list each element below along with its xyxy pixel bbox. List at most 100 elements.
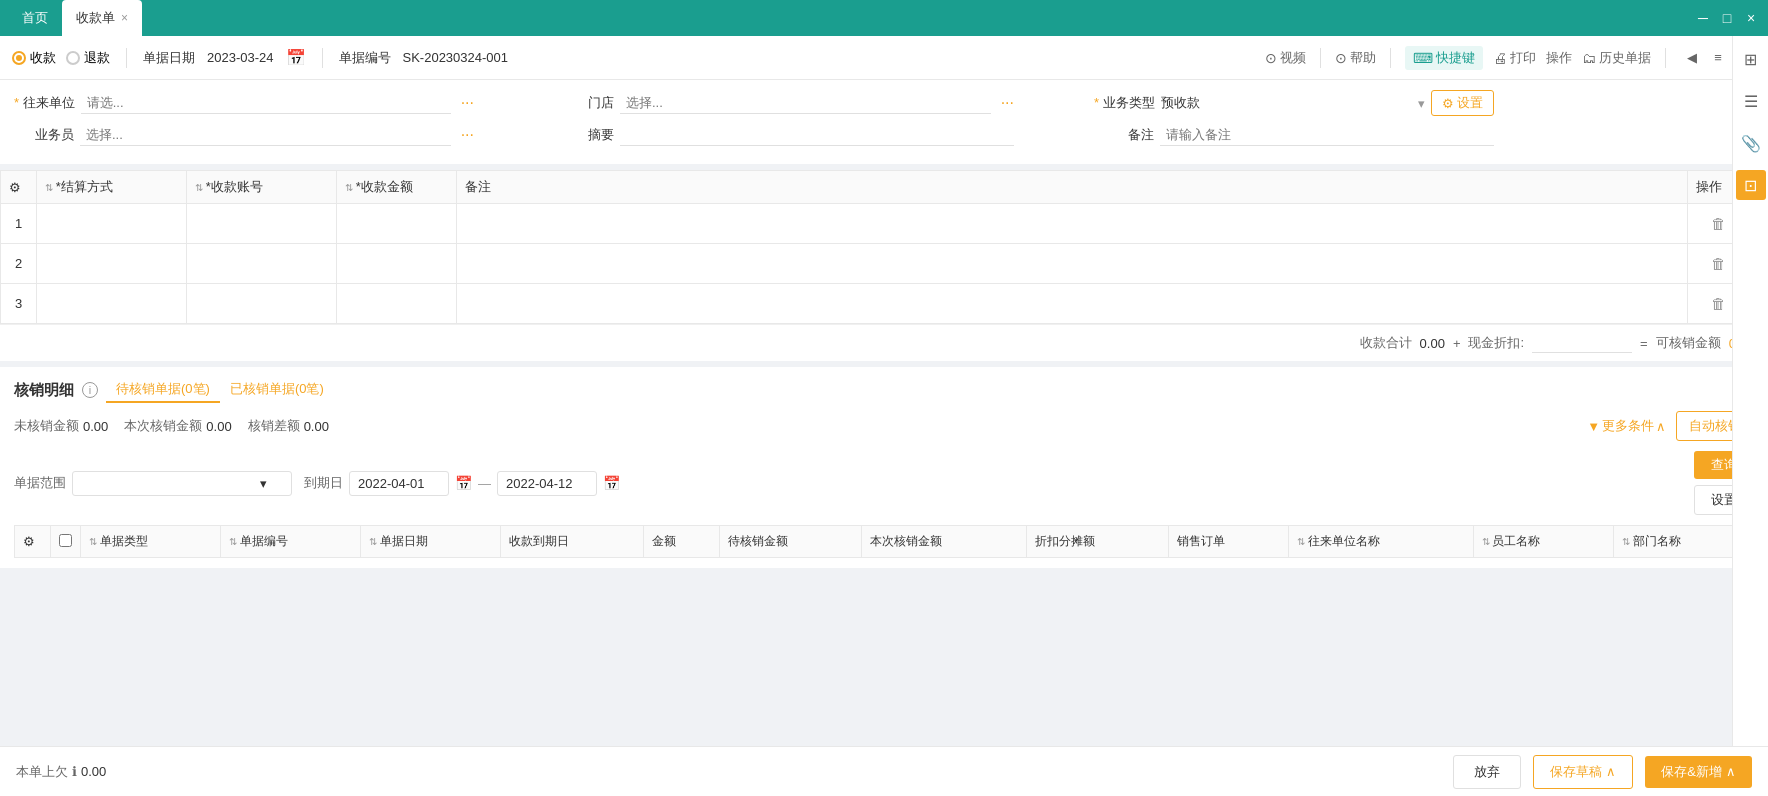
row-num-2: 2 xyxy=(1,244,37,284)
col-doc-type-header: ⇅ 单据类型 xyxy=(81,526,221,558)
date-label: 单据日期 xyxy=(143,49,195,67)
col-amount-header-w: 金额 xyxy=(643,526,719,558)
refund-radio[interactable]: 退款 xyxy=(66,49,110,67)
draft-arrow: ∧ xyxy=(1606,764,1616,779)
delete-icon-1[interactable]: 🗑 xyxy=(1711,215,1726,233)
date-to-input[interactable] xyxy=(497,471,597,496)
pay-method-1[interactable] xyxy=(37,204,187,244)
remark-1[interactable] xyxy=(457,204,1688,244)
salesperson-input[interactable] xyxy=(80,124,451,146)
select-all-checkbox[interactable] xyxy=(59,534,72,547)
video-icon: ⊙ xyxy=(1265,50,1277,66)
right-attach-icon[interactable]: 📎 xyxy=(1736,128,1766,158)
delete-icon-3[interactable]: 🗑 xyxy=(1711,295,1726,313)
shop-more-btn[interactable]: ··· xyxy=(1001,94,1014,112)
tab-receipt-close[interactable]: × xyxy=(121,11,128,25)
layout-prev[interactable]: ◀ xyxy=(1680,46,1704,70)
account-1[interactable] xyxy=(187,204,337,244)
unverified-stat: 未核销金额 0.00 xyxy=(14,417,108,435)
draft-btn[interactable]: 保存草稿 ∧ xyxy=(1533,755,1633,789)
total-value: 0.00 xyxy=(1420,336,1445,351)
tab-pending[interactable]: 待核销单据(0笔) xyxy=(106,377,220,403)
plus-sign: + xyxy=(1453,336,1461,351)
type-radio-group: 收款 退款 xyxy=(12,49,110,67)
divider-4 xyxy=(1390,48,1391,68)
remark-input[interactable] xyxy=(1160,124,1494,146)
form-settings-btn[interactable]: ⚙ 设置 xyxy=(1431,90,1494,116)
calendar-icon[interactable]: 📅 xyxy=(286,48,306,67)
calendar-to-icon[interactable]: 📅 xyxy=(603,475,620,491)
counterpart-input[interactable] xyxy=(81,92,451,114)
account-3[interactable] xyxy=(187,284,337,324)
amount-3[interactable] xyxy=(337,284,457,324)
tab-done[interactable]: 已核销单据(0笔) xyxy=(220,377,334,403)
table-footer: 收款合计 0.00 + 现金折扣: = 可核销金额 0.00 xyxy=(0,324,1768,361)
maximize-btn[interactable]: □ xyxy=(1718,9,1736,27)
help-label: 帮助 xyxy=(1350,49,1376,67)
shop-input[interactable] xyxy=(620,92,991,114)
delete-icon-2[interactable]: 🗑 xyxy=(1711,255,1726,273)
diff-label: 核销差额 xyxy=(248,417,300,435)
col-pending-header: 待核销金额 xyxy=(719,526,861,558)
right-table-icon[interactable]: ⊞ xyxy=(1736,44,1766,74)
equals-sign: = xyxy=(1640,336,1648,351)
layout-list[interactable]: ≡ xyxy=(1706,46,1730,70)
bottom-info-icon: ℹ xyxy=(72,764,77,779)
more-conditions-btn[interactable]: ▼ 更多条件 ∧ xyxy=(1587,417,1666,435)
tab-home[interactable]: 首页 xyxy=(8,0,62,36)
unverified-label: 未核销金额 xyxy=(14,417,79,435)
remark-2[interactable] xyxy=(457,244,1688,284)
bottom-info: 本单上欠 ℹ 0.00 xyxy=(16,763,106,781)
remark-3[interactable] xyxy=(457,284,1688,324)
date-field: 到期日 📅 — 📅 xyxy=(304,471,620,496)
save-new-btn[interactable]: 保存&新增 ∧ xyxy=(1645,756,1752,788)
shop-label: 门店 xyxy=(554,94,614,112)
amount-2[interactable] xyxy=(337,244,457,284)
tab-receipt[interactable]: 收款单 × xyxy=(62,0,142,36)
date-from-input[interactable] xyxy=(349,471,449,496)
video-btn[interactable]: ⊙ 视频 xyxy=(1265,49,1306,67)
pay-method-2[interactable] xyxy=(37,244,187,284)
diff-value: 0.00 xyxy=(304,419,329,434)
salesperson-label: 业务员 xyxy=(14,126,74,144)
amount-1[interactable] xyxy=(337,204,457,244)
col-check[interactable] xyxy=(51,526,81,558)
operation-btn[interactable]: 操作 xyxy=(1546,49,1572,67)
shop-field: 门店 ··· xyxy=(554,92,1014,114)
counterpart-more-btn[interactable]: ··· xyxy=(461,94,474,112)
writeoff-info-icon[interactable]: i xyxy=(82,382,98,398)
minimize-btn[interactable]: ─ xyxy=(1694,9,1712,27)
toolbar-actions: ⊙ 视频 ⊙ 帮助 ⌨ 快捷键 🖨 打印 操作 🗂 历史单据 ◀ ≡ ⊞ xyxy=(1265,46,1756,70)
save-new-label: 保存&新增 xyxy=(1661,763,1722,781)
col-settings-header[interactable]: ⚙ xyxy=(1,171,37,204)
receipt-radio[interactable]: 收款 xyxy=(12,49,56,67)
summary-input[interactable] xyxy=(620,124,1014,146)
counterpart-label: * 往来单位 xyxy=(14,94,75,112)
business-type-arrow: ▾ xyxy=(1418,96,1425,111)
divider-5 xyxy=(1665,48,1666,68)
shortcut-btn[interactable]: ⌨ 快捷键 xyxy=(1405,46,1483,70)
close-btn[interactable]: × xyxy=(1742,9,1760,27)
range-field: 单据范围 ▾ xyxy=(14,471,292,496)
print-btn[interactable]: 🖨 打印 xyxy=(1493,49,1536,67)
discount-input[interactable] xyxy=(1532,333,1632,353)
date-dash: — xyxy=(478,476,491,491)
salesperson-more-btn[interactable]: ··· xyxy=(461,126,474,144)
help-btn[interactable]: ⊙ 帮助 xyxy=(1335,49,1376,67)
row-num-3: 3 xyxy=(1,284,37,324)
gear-icon: ⚙ xyxy=(1442,96,1454,111)
discard-btn[interactable]: 放弃 xyxy=(1453,755,1521,789)
business-type-select[interactable]: 预收款 ▾ xyxy=(1161,94,1425,112)
pay-method-3[interactable] xyxy=(37,284,187,324)
account-2[interactable] xyxy=(187,244,337,284)
current-label: 本次核销金额 xyxy=(124,417,202,435)
range-select[interactable]: ▾ xyxy=(72,471,292,496)
net-label: 可核销金额 xyxy=(1656,334,1721,352)
right-doc-icon[interactable]: ☰ xyxy=(1736,86,1766,116)
bottom-bar: 本单上欠 ℹ 0.00 放弃 保存草稿 ∧ 保存&新增 ∧ xyxy=(0,746,1768,796)
calendar-from-icon[interactable]: 📅 xyxy=(455,475,472,491)
history-btn[interactable]: 🗂 历史单据 xyxy=(1582,49,1651,67)
col-settings-writeoff[interactable]: ⚙ xyxy=(15,526,51,558)
right-expand-icon[interactable]: ⊡ xyxy=(1736,170,1766,200)
remark-label: 备注 xyxy=(1094,126,1154,144)
